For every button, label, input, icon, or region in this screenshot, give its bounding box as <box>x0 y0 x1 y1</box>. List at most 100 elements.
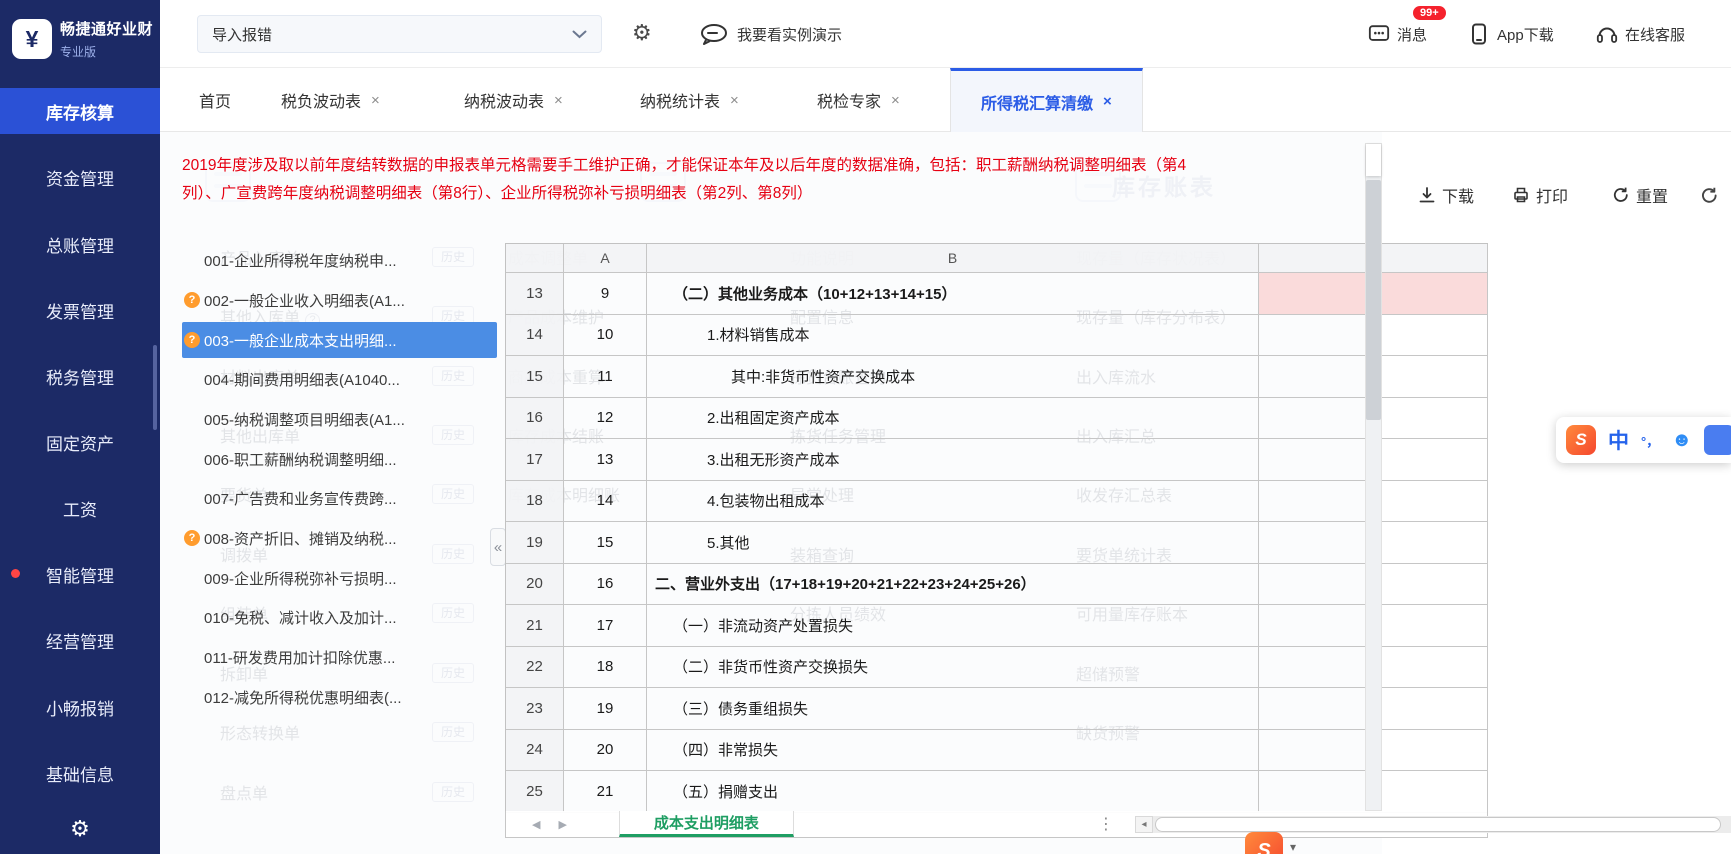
panel-collapse-handle[interactable]: « <box>490 528 506 566</box>
row-number[interactable]: 14 <box>506 314 564 356</box>
app-download-button[interactable]: App下载 <box>1468 23 1554 45</box>
emoji-icon[interactable]: ☻ <box>1671 429 1692 452</box>
tab-tax-burden[interactable]: 税负波动表 × <box>281 68 380 132</box>
cell-a[interactable]: 18 <box>564 646 647 688</box>
cell-a[interactable]: 16 <box>564 563 647 605</box>
cell-b[interactable]: 2.出租固定资产成本 <box>647 397 1259 439</box>
download-button[interactable]: 下载 <box>1418 182 1474 208</box>
ime-extra-icon[interactable] <box>1704 425 1731 455</box>
scroll-up-button[interactable] <box>1366 144 1381 176</box>
form-list-item[interactable]: ? 002-一般企业收入明细表(A1... <box>182 283 497 317</box>
sidebar-item-smart-management[interactable]: 智能管理 <box>0 551 160 597</box>
row-number[interactable]: 15 <box>506 356 564 398</box>
gear-icon[interactable]: ⚙ <box>632 20 652 46</box>
cell-a[interactable]: 21 <box>564 771 647 813</box>
row-number[interactable]: 18 <box>506 480 564 522</box>
sogou-input-icon[interactable]: S <box>1245 832 1283 854</box>
close-icon[interactable]: × <box>371 92 380 109</box>
tab-tax-wave[interactable]: 纳税波动表 × <box>464 68 563 132</box>
sidebar-item-payroll[interactable]: 工资 <box>0 485 160 531</box>
cell-b[interactable]: 3.出租无形资产成本 <box>647 439 1259 481</box>
sidebar-item-invoice[interactable]: 发票管理 <box>0 287 160 333</box>
tab-income-tax-settlement[interactable]: 所得税汇算清缴 × <box>950 68 1143 132</box>
horizontal-scrollbar-track[interactable] <box>1153 816 1731 833</box>
row-number[interactable]: 22 <box>506 646 564 688</box>
cell-b[interactable]: 5.其他 <box>647 522 1259 564</box>
form-list-item[interactable]: 012-减免所得税优惠明细表(... <box>182 680 497 714</box>
form-list-item[interactable]: 007-广告费和业务宣传费跨... <box>182 481 497 515</box>
print-button[interactable]: 打印 <box>1512 182 1568 208</box>
cell-b[interactable]: （一）非流动资产处置损失 <box>647 605 1259 647</box>
corner-header-cell[interactable] <box>506 244 564 273</box>
sidebar-item-fixed-assets[interactable]: 固定资产 <box>0 419 160 465</box>
row-number[interactable]: 16 <box>506 397 564 439</box>
form-list-item[interactable]: 010-免税、减计收入及加计... <box>182 600 497 634</box>
row-number[interactable]: 24 <box>506 729 564 771</box>
cell-a[interactable]: 17 <box>564 605 647 647</box>
cell-a[interactable]: 14 <box>564 480 647 522</box>
close-icon[interactable]: × <box>730 92 739 109</box>
ime-language-mode[interactable]: 中 <box>1608 425 1629 455</box>
cell-b[interactable]: 其中:非货币性资产交换成本 <box>647 356 1259 398</box>
cell-b[interactable]: 4.包装物出租成本 <box>647 480 1259 522</box>
sidebar-settings-gear-icon[interactable]: ⚙ <box>0 816 160 842</box>
sheet-tab-cost-expense[interactable]: 成本支出明细表 <box>618 811 794 837</box>
row-number[interactable]: 17 <box>506 439 564 481</box>
cell-a[interactable]: 12 <box>564 397 647 439</box>
scroll-left-icon[interactable]: ◂ <box>1135 816 1153 833</box>
cell-b[interactable]: （四）非常损失 <box>647 729 1259 771</box>
vertical-scrollbar[interactable] <box>1365 143 1382 811</box>
form-list-item[interactable]: ? 008-资产折旧、摊销及纳税... <box>182 521 497 555</box>
online-service-button[interactable]: 在线客服 <box>1596 23 1685 45</box>
sogou-logo-icon[interactable]: S <box>1566 425 1596 455</box>
sidebar-item-general-ledger[interactable]: 总账管理 <box>0 221 160 267</box>
sidebar-scrollbar[interactable] <box>153 345 157 430</box>
ime-punctuation-mode[interactable]: °， <box>1641 431 1659 450</box>
messages-button[interactable]: 消息 <box>1368 23 1427 45</box>
cell-b[interactable]: 二、营业外支出（17+18+19+20+21+22+23+24+25+26） <box>647 563 1259 605</box>
cell-a[interactable]: 11 <box>564 356 647 398</box>
row-number[interactable]: 20 <box>506 563 564 605</box>
cell-b[interactable]: 1.材料销售成本 <box>647 314 1259 356</box>
horizontal-scrollbar-thumb[interactable] <box>1155 817 1721 832</box>
sidebar-item-base-info[interactable]: 基础信息 <box>0 750 160 796</box>
cell-a[interactable]: 20 <box>564 729 647 771</box>
cell-b[interactable]: （三）债务重组损失 <box>647 688 1259 730</box>
cell-a[interactable]: 19 <box>564 688 647 730</box>
sidebar-item-inventory-accounting[interactable]: 库存核算 <box>0 88 160 134</box>
tab-home[interactable]: 首页 <box>199 68 231 132</box>
tab-tax-expert[interactable]: 税检专家 × <box>817 68 900 132</box>
row-number[interactable]: 25 <box>506 771 564 813</box>
close-icon[interactable]: × <box>554 92 563 109</box>
form-list-item-selected[interactable]: ? 003-一般企业成本支出明细... <box>182 322 497 358</box>
cell-a[interactable]: 10 <box>564 314 647 356</box>
cell-b[interactable]: （二）非货币性资产交换损失 <box>647 646 1259 688</box>
sidebar-item-tax[interactable]: 税务管理 <box>0 353 160 399</box>
sidebar-item-funds[interactable]: 资金管理 <box>0 154 160 200</box>
close-icon[interactable]: × <box>1103 93 1112 110</box>
form-list-item[interactable]: 004-期间费用明细表(A1040... <box>182 362 497 396</box>
form-list-item[interactable]: 001-企业所得税年度纳税申... <box>182 243 497 277</box>
form-list-item[interactable]: 005-纳税调整项目明细表(A1... <box>182 402 497 436</box>
reset-button[interactable]: 重置 <box>1612 182 1668 208</box>
cell-b[interactable]: （二）其他业务成本（10+12+13+14+15） <box>647 273 1259 315</box>
cell-a[interactable]: 15 <box>564 522 647 564</box>
refresh-button[interactable] <box>1700 182 1719 208</box>
sogou-caret-icon[interactable]: ▾ <box>1290 840 1296 854</box>
form-list-item[interactable]: 009-企业所得税弥补亏损明... <box>182 561 497 595</box>
sheet-tab-next-icon[interactable]: ▶ <box>558 818 566 831</box>
row-number[interactable]: 19 <box>506 522 564 564</box>
sidebar-item-expense[interactable]: 小畅报销 <box>0 684 160 730</box>
import-error-dropdown[interactable]: 导入报错 <box>197 15 602 53</box>
demo-link[interactable]: 我要看实例演示 <box>700 23 842 45</box>
tab-tax-stats[interactable]: 纳税统计表 × <box>640 68 739 132</box>
row-number[interactable]: 23 <box>506 688 564 730</box>
cell-a[interactable]: 9 <box>564 273 647 315</box>
row-number[interactable]: 13 <box>506 273 564 315</box>
column-header-a[interactable]: A <box>564 244 647 273</box>
form-list-item[interactable]: 011-研发费用加计扣除优惠... <box>182 640 497 674</box>
more-options-icon[interactable]: ⋮ <box>1098 814 1114 834</box>
column-header-b[interactable]: B <box>647 244 1259 273</box>
cell-b[interactable]: （五）捐赠支出 <box>647 771 1259 813</box>
close-icon[interactable]: × <box>891 92 900 109</box>
